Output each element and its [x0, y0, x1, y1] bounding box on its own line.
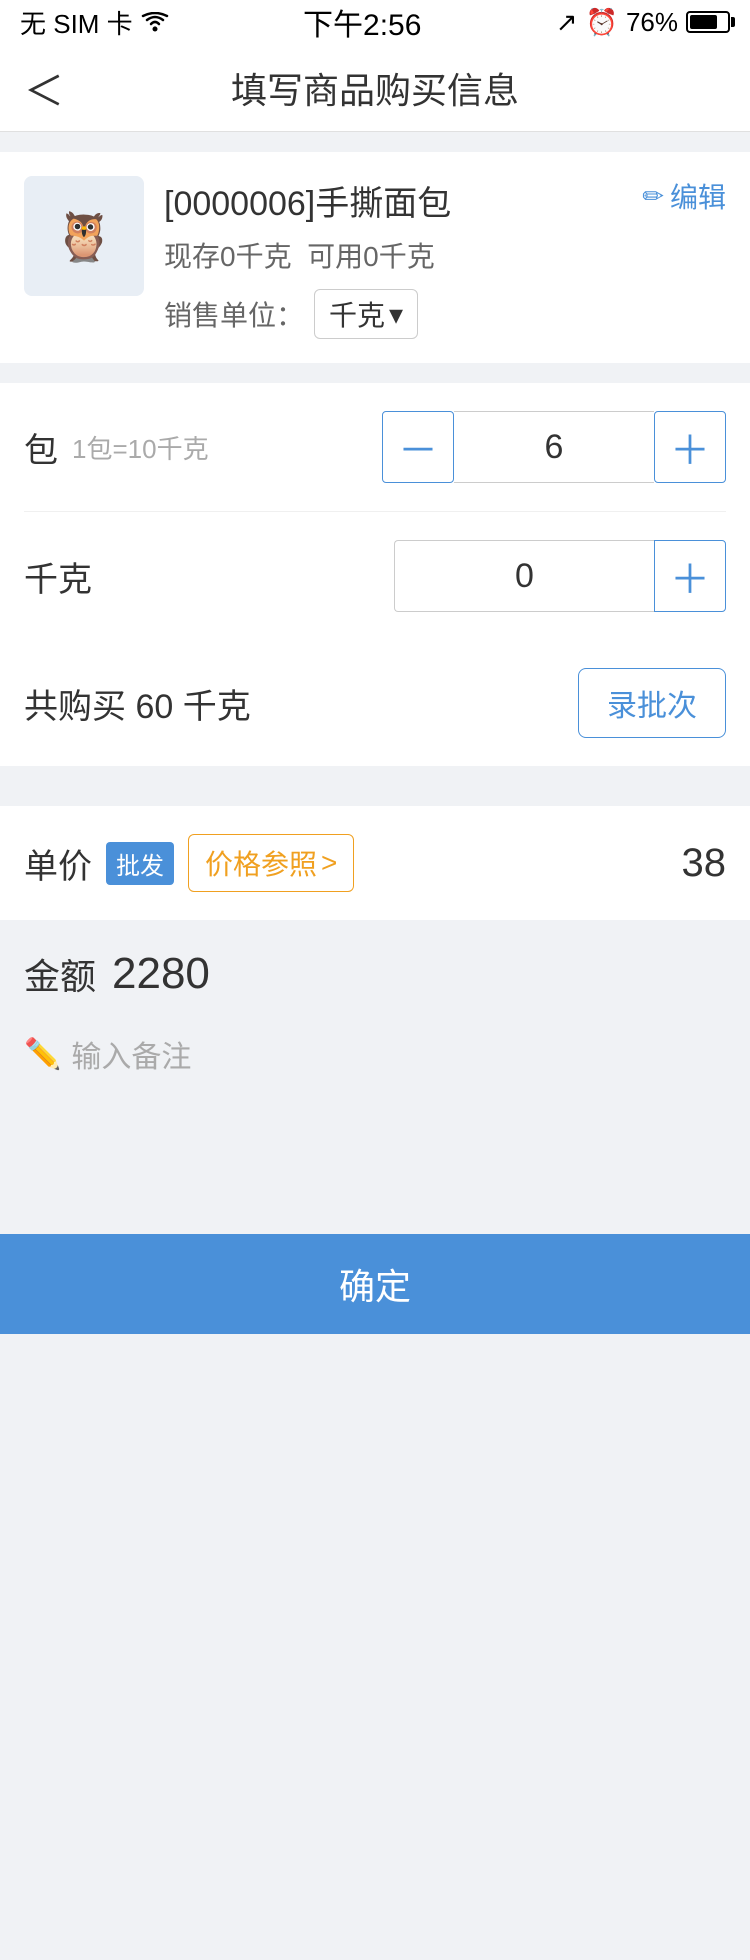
- amount-label: 金额: [24, 948, 96, 1000]
- product-card: 🦉 [0000006]手撕面包 现存0千克 可用0千克 销售单位： 千克 ▾ ✏…: [0, 152, 750, 363]
- kg-stepper: ＋: [394, 540, 726, 612]
- product-unit-row: 销售单位： 千克 ▾: [164, 289, 726, 339]
- bao-minus-button[interactable]: －: [382, 411, 454, 483]
- unit-select[interactable]: 千克 ▾: [314, 289, 418, 339]
- kg-label: 千克: [24, 552, 92, 601]
- confirm-bar[interactable]: 确定: [0, 1234, 750, 1334]
- edit-label: 编辑: [670, 176, 726, 216]
- status-carrier: 无 SIM 卡: [20, 4, 169, 41]
- kg-plus-button[interactable]: ＋: [654, 540, 726, 612]
- total-amount: 60: [135, 688, 173, 726]
- price-ref-arrow: >: [321, 847, 337, 879]
- product-id: [0000006]: [164, 185, 315, 223]
- total-text: 共购买 60 千克: [24, 679, 251, 728]
- bao-input-row: 包 1包=10千克 － ＋: [24, 383, 726, 512]
- total-unit: 千克: [183, 688, 251, 726]
- battery-icon: [686, 11, 730, 33]
- bao-stepper: － ＋: [382, 411, 726, 483]
- total-row: 共购买 60 千克 录批次: [0, 640, 750, 766]
- divider-1: [0, 132, 750, 152]
- note-row[interactable]: ✏️ 输入备注: [24, 1016, 726, 1100]
- status-bar: 无 SIM 卡 下午2:56 ↗ ⏰ 76%: [0, 0, 750, 44]
- note-placeholder: 输入备注: [71, 1032, 191, 1076]
- unit-value: 千克: [329, 294, 385, 334]
- bao-plus-button[interactable]: ＋: [654, 411, 726, 483]
- battery-percent: 76%: [626, 7, 678, 38]
- amount-value: 2280: [112, 949, 210, 999]
- page-title: 填写商品购买信息: [231, 62, 519, 114]
- product-stock: 现存0千克 可用0千克: [164, 235, 726, 275]
- gps-icon: ↗: [556, 7, 578, 38]
- back-button[interactable]: ＜: [24, 59, 64, 117]
- price-ref-label: 价格参照: [205, 843, 317, 883]
- divider-2: [0, 363, 750, 383]
- available-label: 可用0千克: [307, 241, 435, 272]
- kg-label-text: 千克: [24, 552, 92, 601]
- product-image: 🦉: [24, 176, 144, 296]
- amount-row: 金额 2280: [24, 948, 726, 1016]
- price-section: 单价 批发 价格参照 > 38: [0, 806, 750, 920]
- nav-bar: ＜ 填写商品购买信息: [0, 44, 750, 132]
- bao-input[interactable]: [454, 411, 654, 483]
- battery-fill: [690, 15, 717, 29]
- status-right: ↗ ⏰ 76%: [556, 7, 730, 38]
- unit-dropdown-icon: ▾: [389, 298, 403, 331]
- bao-label-text: 包: [24, 423, 58, 472]
- status-time: 下午2:56: [303, 0, 421, 44]
- kg-input[interactable]: [394, 540, 654, 612]
- product-logo-icon: 🦉: [54, 208, 114, 265]
- stock-label: 现存0千克: [164, 241, 292, 272]
- price-ref-button[interactable]: 价格参照 >: [188, 834, 354, 892]
- note-icon: ✏️: [24, 1037, 61, 1072]
- input-section: 包 1包=10千克 － ＋ 千克 ＋: [0, 383, 750, 640]
- batch-button[interactable]: 录批次: [578, 668, 726, 738]
- kg-input-row: 千克 ＋: [24, 512, 726, 640]
- batch-tag: 批发: [106, 842, 174, 885]
- divider-3: [0, 766, 750, 786]
- edit-button[interactable]: ✏ 编辑: [642, 176, 726, 216]
- alarm-icon: ⏰: [586, 7, 618, 38]
- bao-label: 包 1包=10千克: [24, 423, 209, 472]
- edit-icon: ✏: [642, 181, 664, 212]
- carrier-text: 无 SIM 卡: [20, 4, 133, 41]
- wifi-icon: [141, 12, 169, 32]
- price-label-group: 单价 批发 价格参照 >: [24, 834, 354, 892]
- product-title: 手撕面包: [315, 185, 451, 223]
- batch-label: 录批次: [607, 690, 697, 723]
- unit-prefix: 销售单位：: [164, 294, 304, 334]
- amount-section: 金额 2280 ✏️ 输入备注: [0, 920, 750, 1100]
- main-content: [0, 1100, 750, 1960]
- price-label: 单价: [24, 839, 92, 888]
- price-value: 38: [682, 841, 727, 886]
- confirm-button[interactable]: 确定: [339, 1258, 411, 1310]
- bao-hint: 1包=10千克: [72, 429, 209, 466]
- total-prefix: 共购买: [24, 688, 126, 726]
